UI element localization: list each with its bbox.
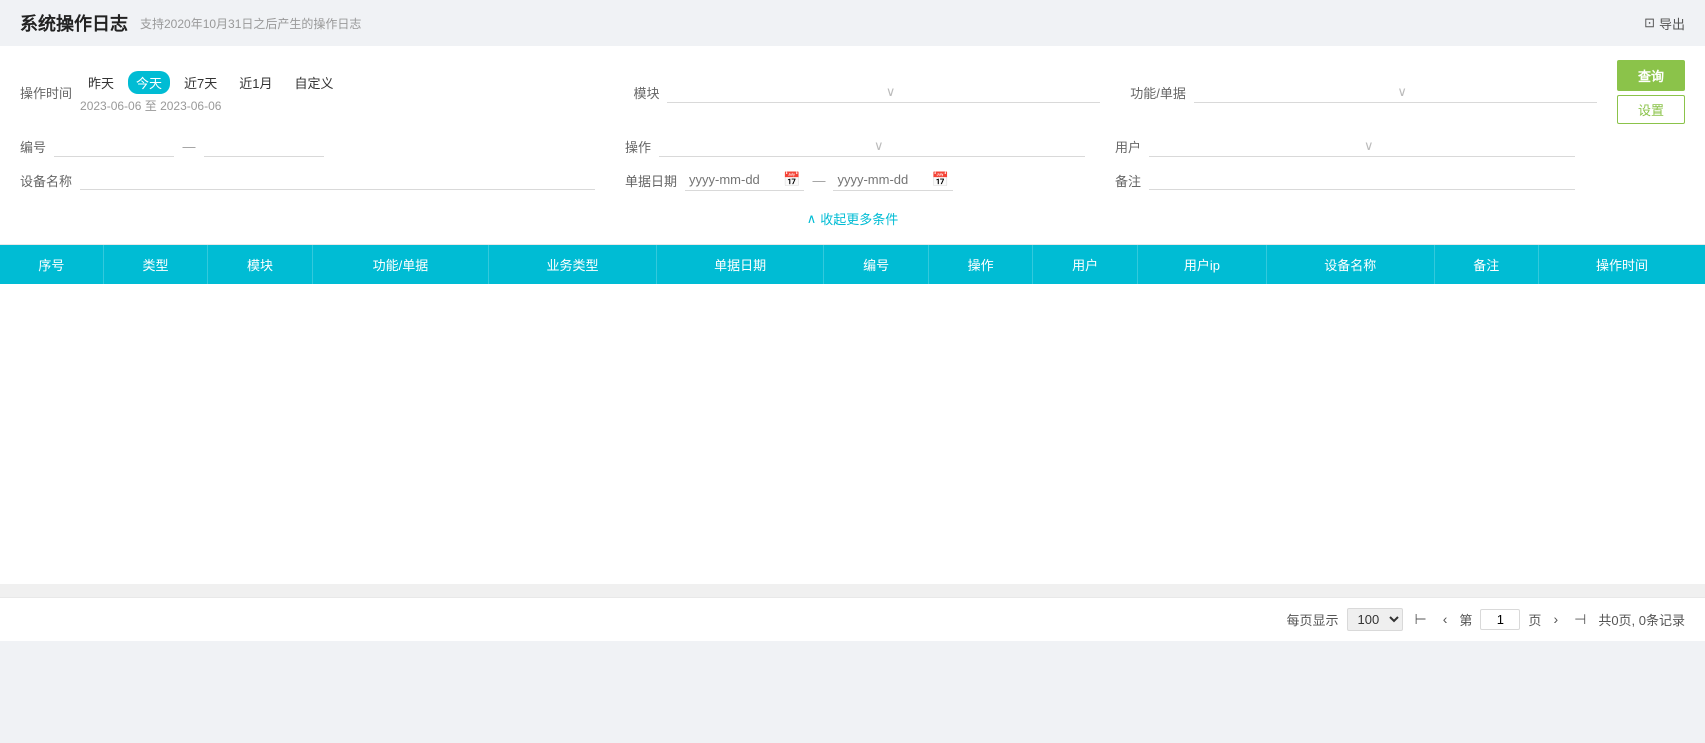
time-range-text: 2023-06-06 至 2023-06-06 [80, 97, 221, 114]
export-label: 导出 [1659, 14, 1685, 33]
time-btn-yesterday[interactable]: 昨天 [80, 71, 122, 94]
pagination-bar: 每页显示 100 50 200 ⊢ ‹ 第 页 › ⊣ 共0页, 0条记录 [0, 597, 1705, 641]
module-label: 模块 [633, 83, 659, 102]
date-range-group: 📅 — 📅 [685, 169, 953, 191]
filter-row-1: 操作时间 昨天 今天 近7天 近1月 自定义 2023-06-06 至 2023… [20, 60, 1685, 124]
table-header: 序号 类型 模块 功能/单据 业务类型 单据日期 编号 操作 用户 用户ip 设… [0, 245, 1705, 284]
time-label: 操作时间 [20, 83, 72, 102]
func-filter-group: 功能/单据 ∨ [1130, 82, 1597, 103]
user-label: 用户 [1115, 137, 1141, 156]
col-op-time: 操作时间 [1539, 245, 1705, 284]
table-header-row: 序号 类型 模块 功能/单据 业务类型 单据日期 编号 操作 用户 用户ip 设… [0, 245, 1705, 284]
calendar-start-icon[interactable]: 📅 [783, 171, 800, 188]
last-page-button[interactable]: ⊣ [1570, 609, 1590, 630]
func-dropdown[interactable]: ∨ [1194, 82, 1597, 103]
operation-label: 操作 [625, 137, 651, 156]
scrollbar-inner [0, 585, 1705, 597]
device-input[interactable] [80, 170, 595, 190]
page-subtitle: 支持2020年10月31日之后产生的操作日志 [140, 15, 361, 32]
filter-row-3: 设备名称 单据日期 📅 — 📅 备注 [20, 169, 1685, 191]
page-title: 系统操作日志 [20, 10, 128, 36]
export-icon: ⊡ [1644, 15, 1655, 31]
col-doc-date: 单据日期 [656, 245, 824, 284]
date-end-input[interactable] [837, 172, 927, 187]
col-type: 类型 [103, 245, 207, 284]
user-filter-group: 用户 ∨ [1115, 136, 1575, 157]
module-chevron-icon: ∨ [886, 84, 1096, 100]
header-left: 系统操作日志 支持2020年10月31日之后产生的操作日志 [20, 10, 361, 36]
empty-cell [0, 284, 1705, 584]
code-input-start[interactable] [54, 137, 174, 157]
export-button[interactable]: ⊡ 导出 [1644, 14, 1685, 33]
operation-filter-group: 操作 ∨ [625, 136, 1085, 157]
time-filter-group: 操作时间 昨天 今天 近7天 近1月 自定义 2023-06-06 至 2023… [20, 71, 603, 114]
page-size-label: 每页显示 [1287, 610, 1339, 629]
time-btn-7days[interactable]: 近7天 [176, 71, 225, 94]
device-label: 设备名称 [20, 171, 72, 190]
func-label: 功能/单据 [1130, 83, 1186, 102]
data-table: 序号 类型 模块 功能/单据 业务类型 单据日期 编号 操作 用户 用户ip 设… [0, 245, 1705, 585]
settings-button[interactable]: 设置 [1617, 95, 1685, 124]
date-start-input[interactable] [689, 172, 779, 187]
collapse-label: 收起更多条件 [820, 209, 898, 228]
next-page-button[interactable]: › [1549, 609, 1562, 629]
time-btn-1month[interactable]: 近1月 [231, 71, 280, 94]
col-note: 备注 [1434, 245, 1538, 284]
page-number-input[interactable] [1480, 609, 1520, 630]
table-container: 序号 类型 模块 功能/单据 业务类型 单据日期 编号 操作 用户 用户ip 设… [0, 245, 1705, 585]
page-end-label: 页 [1528, 610, 1541, 629]
col-func: 功能/单据 [312, 245, 488, 284]
filter-row-2: 编号 — 操作 ∨ 用户 ∨ [20, 136, 1685, 157]
col-index: 序号 [0, 245, 103, 284]
collapse-button[interactable]: ∧ 收起更多条件 [20, 203, 1685, 238]
operation-chevron-icon: ∨ [874, 138, 1081, 154]
col-biz-type: 业务类型 [489, 245, 657, 284]
module-filter-group: 模块 ∨ [633, 82, 1100, 103]
empty-row [0, 284, 1705, 584]
date-label: 单据日期 [625, 171, 677, 190]
date-end-wrap: 📅 [833, 169, 952, 191]
col-code: 编号 [824, 245, 928, 284]
time-buttons-group: 昨天 今天 近7天 近1月 自定义 2023-06-06 至 2023-06-0… [80, 71, 342, 114]
code-separator: — [174, 139, 204, 154]
horizontal-scrollbar[interactable] [0, 585, 1705, 597]
operation-dropdown[interactable]: ∨ [659, 136, 1085, 157]
date-start-wrap: 📅 [685, 169, 804, 191]
date-filter-group: 单据日期 📅 — 📅 [625, 169, 1085, 191]
module-dropdown[interactable]: ∨ [667, 82, 1100, 103]
col-module: 模块 [208, 245, 312, 284]
action-buttons: 查询 设置 [1617, 60, 1685, 124]
total-info: 共0页, 0条记录 [1598, 610, 1685, 629]
col-user: 用户 [1033, 245, 1137, 284]
code-input-end[interactable] [204, 137, 324, 157]
table-body [0, 284, 1705, 584]
time-buttons-row: 昨天 今天 近7天 近1月 自定义 [80, 71, 342, 94]
filter-panel: 操作时间 昨天 今天 近7天 近1月 自定义 2023-06-06 至 2023… [0, 46, 1705, 245]
prev-page-button[interactable]: ‹ [1439, 609, 1452, 629]
page-size-select[interactable]: 100 50 200 [1347, 608, 1403, 631]
device-filter-group: 设备名称 [20, 170, 595, 190]
note-input[interactable] [1149, 170, 1575, 190]
col-operation: 操作 [928, 245, 1032, 284]
note-filter-group: 备注 [1115, 170, 1575, 190]
page-header: 系统操作日志 支持2020年10月31日之后产生的操作日志 ⊡ 导出 [0, 0, 1705, 46]
page-label: 第 [1459, 610, 1472, 629]
query-button[interactable]: 查询 [1617, 60, 1685, 91]
date-dash: — [812, 173, 825, 188]
first-page-button[interactable]: ⊢ [1411, 609, 1431, 630]
time-btn-custom[interactable]: 自定义 [287, 71, 342, 94]
note-label: 备注 [1115, 171, 1141, 190]
col-device: 设备名称 [1266, 245, 1434, 284]
user-chevron-icon: ∨ [1364, 138, 1571, 154]
col-user-ip: 用户ip [1137, 245, 1266, 284]
code-label: 编号 [20, 137, 46, 156]
time-btn-today[interactable]: 今天 [128, 71, 170, 94]
func-chevron-icon: ∨ [1397, 84, 1593, 100]
code-filter-group: 编号 — [20, 137, 595, 157]
calendar-end-icon[interactable]: 📅 [931, 171, 948, 188]
collapse-up-icon: ∧ [807, 211, 817, 227]
user-dropdown[interactable]: ∨ [1149, 136, 1575, 157]
